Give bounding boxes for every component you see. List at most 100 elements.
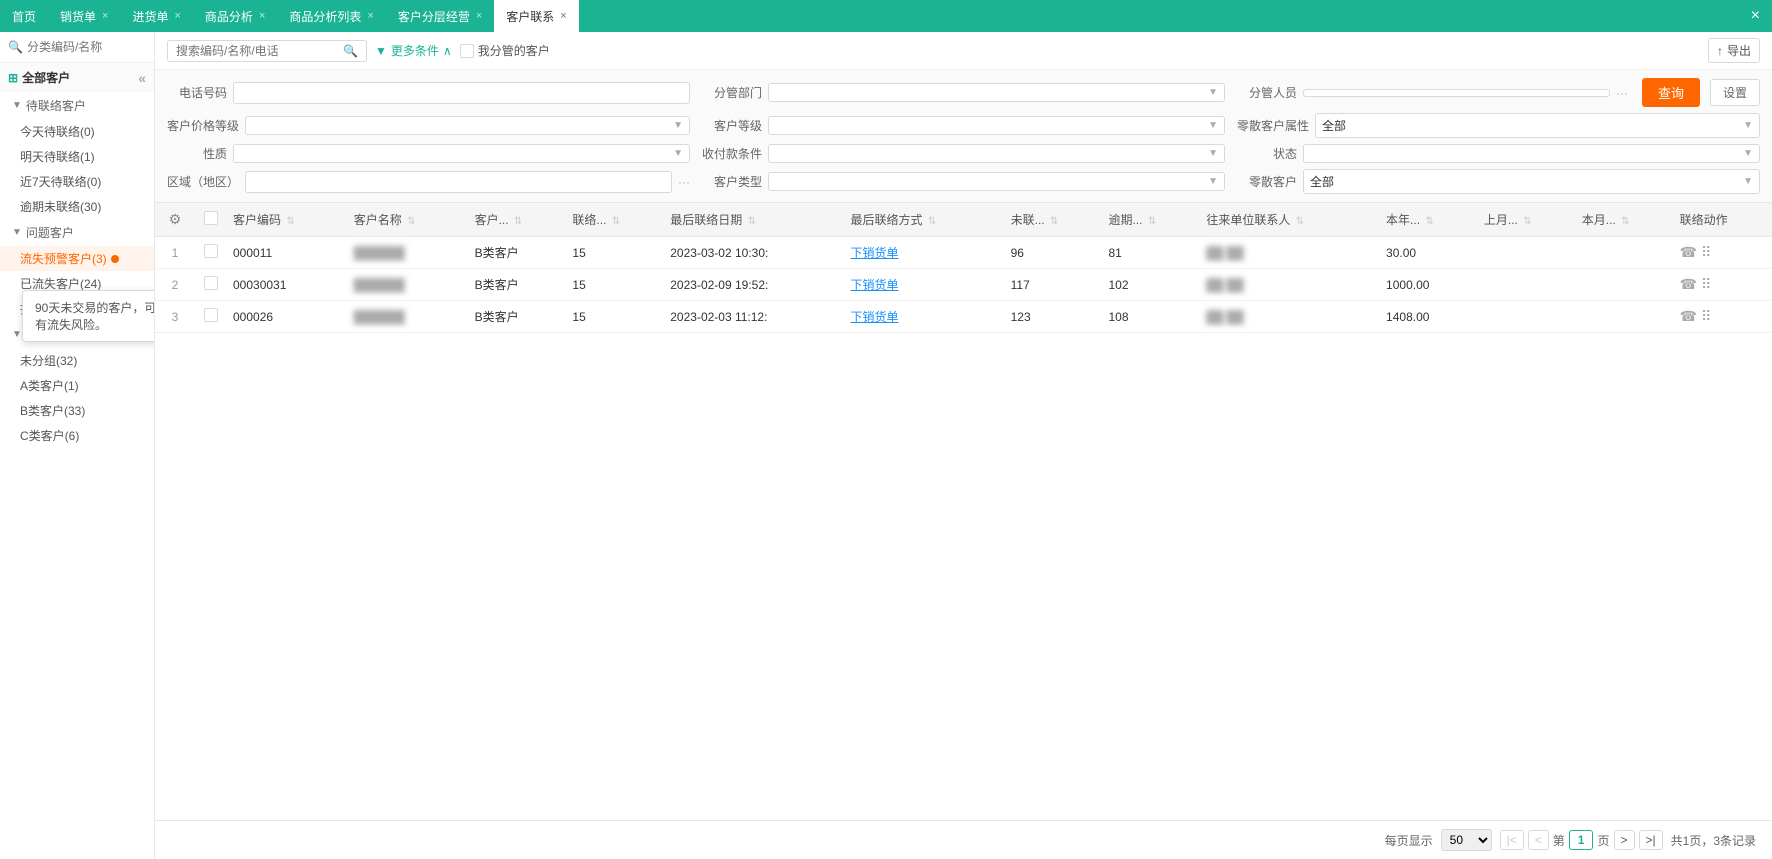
close-customer-contact-icon[interactable]: ×	[560, 10, 566, 22]
method-link[interactable]: 下销货单	[851, 310, 899, 324]
sort-icon11[interactable]: ⇅	[1523, 216, 1531, 227]
department-select[interactable]: ▼	[768, 83, 1225, 102]
sort-icon8[interactable]: ⇅	[1148, 216, 1156, 227]
sidebar-item-tomorrow[interactable]: 明天待联络(1)	[0, 144, 154, 169]
sidebar-item-today[interactable]: 今天待联络(0)	[0, 119, 154, 144]
contact-icon[interactable]: ☎	[1680, 244, 1697, 261]
person-select[interactable]	[1303, 89, 1610, 97]
sort-icon[interactable]: ⇅	[286, 216, 294, 227]
cell-code: 00030031	[227, 269, 348, 301]
region-more-icon[interactable]: ···	[678, 175, 690, 189]
sidebar-item-7days[interactable]: 近7天待联络(0)	[0, 169, 154, 194]
chevron-down-icon6: ▼	[1208, 148, 1218, 159]
method-link[interactable]: 下销货单	[851, 246, 899, 260]
sidebar-item-class-b[interactable]: B类客户(33)	[0, 398, 154, 423]
sidebar-item-class-c[interactable]: C类客户(6)	[0, 423, 154, 448]
close-purchase-icon[interactable]: ×	[174, 10, 180, 22]
sidebar-item-ungroup[interactable]: 未分组(32)	[0, 348, 154, 373]
price-level-select[interactable]: ▼	[245, 116, 690, 135]
prev-page-button[interactable]: <	[1528, 830, 1549, 850]
th-last-month: 上月... ⇅	[1478, 203, 1576, 237]
nav-customer-tier[interactable]: 客户分层经营 ×	[386, 0, 494, 32]
all-customers-header[interactable]: ⊞ 全部客户 «	[0, 63, 154, 92]
more-icon[interactable]: ···	[1616, 86, 1628, 100]
region-input[interactable]	[245, 171, 672, 193]
query-button[interactable]: 查询	[1642, 78, 1700, 107]
sidebar-item-class-a[interactable]: A类客户(1)	[0, 373, 154, 398]
sort-icon3[interactable]: ⇅	[514, 216, 522, 227]
sparse-customer-select[interactable]: 全部 ▼	[1303, 169, 1760, 194]
th-code-label: 客户编码	[233, 213, 281, 227]
search-input[interactable]	[176, 44, 339, 58]
cell-last-method: 下销货单	[845, 237, 1005, 269]
cell-contact: 15	[566, 237, 664, 269]
checkbox-icon[interactable]	[460, 44, 474, 58]
filter-payment: 收付款条件 ▼	[702, 144, 1225, 163]
group-pending-contact[interactable]: ▼ 待联络客户	[0, 92, 154, 119]
more-action-icon[interactable]: ⠿	[1701, 244, 1711, 261]
filter-icon: ▼	[375, 44, 387, 58]
cell-check[interactable]	[195, 269, 227, 301]
contact-icon[interactable]: ☎	[1680, 276, 1697, 293]
sort-icon12[interactable]: ⇅	[1621, 216, 1629, 227]
sort-icon7[interactable]: ⇅	[1050, 216, 1058, 227]
sidebar-search-input[interactable]	[27, 40, 146, 54]
nav-product-analysis[interactable]: 商品分析 ×	[193, 0, 277, 32]
phone-input[interactable]	[233, 82, 690, 104]
sort-icon10[interactable]: ⇅	[1425, 216, 1433, 227]
group-problem-customers[interactable]: ▼ 问题客户	[0, 219, 154, 246]
row-checkbox[interactable]	[204, 308, 218, 322]
th-this-month: 本月... ⇅	[1576, 203, 1674, 237]
sort-icon5[interactable]: ⇅	[748, 216, 756, 227]
nav-sales[interactable]: 销货单 ×	[48, 0, 120, 32]
th-code: 客户编码 ⇅	[227, 203, 348, 237]
cell-check[interactable]	[195, 301, 227, 333]
my-customers-checkbox[interactable]: 我分管的客户	[460, 42, 550, 59]
close-product-analysis-icon[interactable]: ×	[259, 10, 265, 22]
nav-purchase[interactable]: 进货单 ×	[120, 0, 192, 32]
sort-icon4[interactable]: ⇅	[612, 216, 620, 227]
sidebar-item-churn-warning[interactable]: 流失预警客户(3)	[0, 246, 154, 271]
nav-product-analysis-list[interactable]: 商品分析列表 ×	[277, 0, 385, 32]
sort-icon6[interactable]: ⇅	[928, 216, 936, 227]
more-conditions-btn[interactable]: ▼ 更多条件 ∧	[375, 42, 452, 59]
nav-home[interactable]: 首页	[0, 0, 48, 32]
method-link[interactable]: 下销货单	[851, 278, 899, 292]
cell-name: ██████	[348, 237, 469, 269]
sparse-attr-select[interactable]: 全部 ▼	[1315, 113, 1760, 138]
th-settings: ⚙	[155, 203, 195, 237]
header-checkbox[interactable]	[204, 211, 218, 225]
close-sales-icon[interactable]: ×	[102, 10, 108, 22]
last-page-button[interactable]: >|	[1639, 830, 1663, 850]
first-page-button[interactable]: |<	[1500, 830, 1524, 850]
cell-check[interactable]	[195, 237, 227, 269]
sort-icon9[interactable]: ⇅	[1296, 216, 1304, 227]
search-icon[interactable]: 🔍	[343, 44, 358, 58]
th-checkbox	[195, 203, 227, 237]
close-all-button[interactable]: ×	[1739, 7, 1772, 25]
tooltip-at-risk: 90天未交易的客户，可能有流失风险。	[22, 290, 155, 342]
next-page-button[interactable]: >	[1614, 830, 1635, 850]
export-button[interactable]: ↑ 导出	[1708, 38, 1760, 63]
close-customer-tier-icon[interactable]: ×	[476, 10, 482, 22]
th-this-year: 本年... ⇅	[1380, 203, 1478, 237]
page-size-select[interactable]: 50 100	[1441, 829, 1492, 851]
payment-select[interactable]: ▼	[768, 144, 1225, 163]
column-settings-icon[interactable]: ⚙	[169, 211, 182, 227]
status-select[interactable]: ▼	[1303, 144, 1760, 163]
nature-select[interactable]: ▼	[233, 144, 690, 163]
row-checkbox[interactable]	[204, 276, 218, 290]
more-action-icon[interactable]: ⠿	[1701, 276, 1711, 293]
contact-icon[interactable]: ☎	[1680, 308, 1697, 325]
customer-level-select[interactable]: ▼	[768, 116, 1225, 135]
row-checkbox[interactable]	[204, 244, 218, 258]
more-action-icon[interactable]: ⠿	[1701, 308, 1711, 325]
sidebar-item-overdue-contact[interactable]: 逾期未联络(30)	[0, 194, 154, 219]
close-product-list-icon[interactable]: ×	[367, 10, 373, 22]
nav-customer-contact[interactable]: 客户联系 ×	[494, 0, 578, 32]
sort-icon2[interactable]: ⇅	[407, 216, 415, 227]
region-label: 区域（地区）	[167, 173, 239, 190]
settings-button[interactable]: 设置	[1710, 79, 1760, 106]
customer-type-select[interactable]: ▼	[768, 172, 1225, 191]
collapse-icon[interactable]: «	[138, 70, 146, 86]
